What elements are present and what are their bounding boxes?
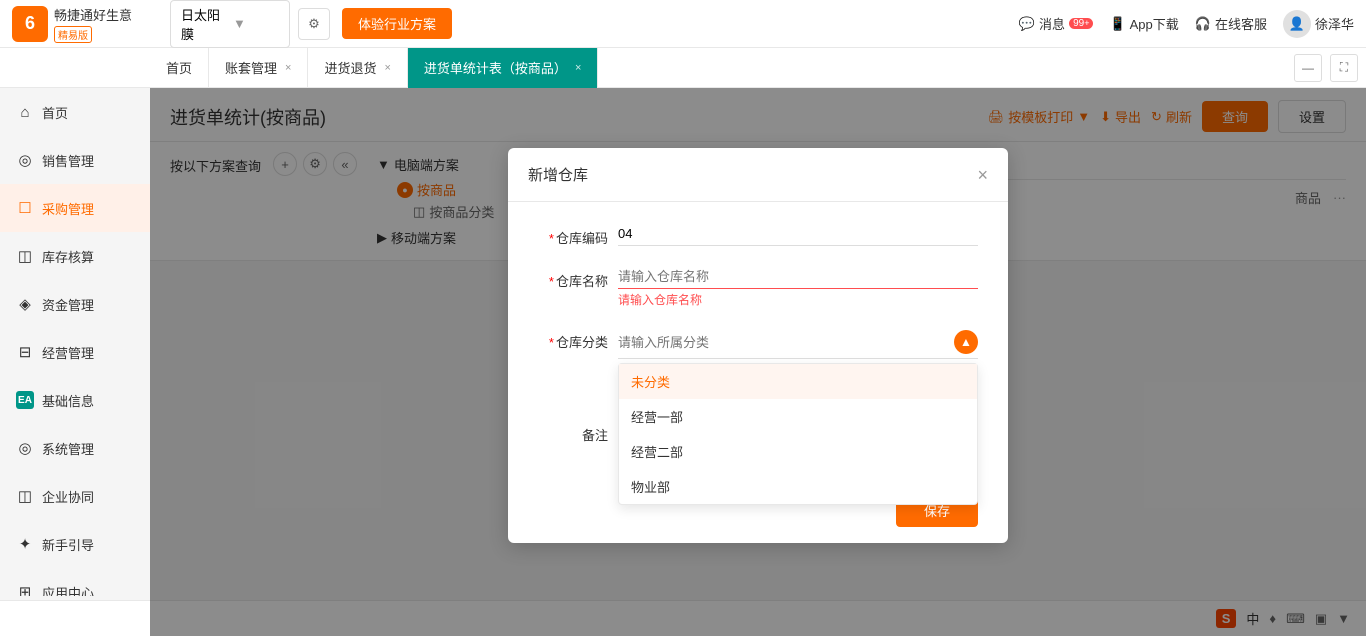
sidebar-item-purchase[interactable]: ☐ 采购管理 bbox=[0, 184, 150, 232]
category-label: 仓库分类 bbox=[538, 326, 618, 351]
dropdown-item-ops2[interactable]: 经营二部 bbox=[619, 434, 977, 469]
sidebar-item-finance[interactable]: ◈ 资金管理 bbox=[0, 280, 150, 328]
modal-body: 仓库编码 仓库名称 请输入仓库名称 bbox=[508, 202, 1008, 482]
tab-accounts[interactable]: 账套管理 × bbox=[209, 48, 308, 88]
code-label: 仓库编码 bbox=[538, 222, 618, 247]
tab-minimize-icon[interactable]: — bbox=[1294, 54, 1322, 82]
notification-label: 消息 bbox=[1039, 14, 1065, 33]
sidebar-item-operations[interactable]: ⊟ 经营管理 bbox=[0, 328, 150, 376]
tab-bar-controls: — ⛶ bbox=[1294, 54, 1366, 82]
warehouse-code-input[interactable] bbox=[618, 222, 978, 246]
message-icon: 💬 bbox=[1019, 16, 1035, 32]
category-chevron-icon[interactable]: ▲ bbox=[954, 330, 978, 354]
apps-icon: ⊞ bbox=[16, 583, 34, 596]
purchase-icon: ☐ bbox=[16, 199, 34, 217]
home-icon: ⌂ bbox=[16, 103, 34, 121]
sidebar-item-inventory[interactable]: ◫ 库存核算 bbox=[0, 232, 150, 280]
modal-overlay: 新增仓库 × 仓库编码 仓库名称 bbox=[150, 88, 1366, 636]
sales-icon: ◎ bbox=[16, 151, 34, 169]
store-selector[interactable]: 日太阳膜 ▼ bbox=[170, 0, 290, 48]
notes-label: 备注 bbox=[538, 419, 618, 444]
tab-accounts-close-icon[interactable]: × bbox=[285, 62, 291, 74]
sidebar-item-sales[interactable]: ◎ 销售管理 bbox=[0, 136, 150, 184]
basic-icon: EA bbox=[16, 391, 34, 409]
sidebar-item-enterprise[interactable]: ◫ 企业协同 bbox=[0, 472, 150, 520]
modal-title: 新增仓库 bbox=[528, 164, 588, 185]
settings-icon[interactable]: ⚙ bbox=[298, 8, 330, 40]
sidebar-item-basic[interactable]: EA 基础信息 bbox=[0, 376, 150, 424]
tab-purchase-stats-close-icon[interactable]: × bbox=[575, 62, 581, 74]
top-header: 6 畅捷通好生意 精易版 日太阳膜 ▼ ⚙ 体验行业方案 💬 消息 99+ 📱 … bbox=[0, 0, 1366, 48]
category-dropdown: 未分类 经营一部 经营二部 物业部 bbox=[618, 363, 978, 505]
finance-icon: ◈ bbox=[16, 295, 34, 313]
enterprise-icon: ◫ bbox=[16, 487, 34, 505]
form-row-code: 仓库编码 bbox=[538, 222, 978, 247]
user-item[interactable]: 👤 徐泽华 bbox=[1283, 10, 1354, 38]
warehouse-name-input[interactable] bbox=[618, 265, 978, 289]
dropdown-item-property[interactable]: 物业部 bbox=[619, 469, 977, 504]
sidebar-item-home[interactable]: ⌂ 首页 bbox=[0, 88, 150, 136]
sidebar: ⌂ 首页 ◎ 销售管理 ☐ 采购管理 ◫ 库存核算 ◈ 资金管理 ⊟ 经营管理 bbox=[0, 88, 150, 596]
modal-header: 新增仓库 × bbox=[508, 148, 1008, 202]
dropdown-item-ops1[interactable]: 经营一部 bbox=[619, 399, 977, 434]
guide-icon: ✦ bbox=[16, 535, 34, 553]
tab-purchase-return[interactable]: 进货退货 × bbox=[308, 48, 407, 88]
code-field-wrap bbox=[618, 222, 978, 246]
trial-button[interactable]: 体验行业方案 bbox=[342, 8, 452, 39]
category-input[interactable] bbox=[618, 335, 954, 350]
category-field-wrap: ▲ 未分类 经营一部 经营二部 物业部 bbox=[618, 326, 978, 359]
tab-bar: 首页 账套管理 × 进货退货 × 进货单统计表（按商品） × — ⛶ bbox=[0, 48, 1366, 88]
notification-badge: 99+ bbox=[1069, 18, 1093, 29]
tab-purchase-return-close-icon[interactable]: × bbox=[384, 62, 390, 74]
online-service-item[interactable]: 🎧 在线客服 bbox=[1195, 14, 1267, 33]
system-icon: ◎ bbox=[16, 439, 34, 457]
tab-home[interactable]: 首页 bbox=[150, 48, 209, 88]
app-download-item[interactable]: 📱 App下载 bbox=[1109, 14, 1178, 33]
user-avatar: 👤 bbox=[1283, 10, 1311, 38]
form-row-category: 仓库分类 ▲ 未分类 经营一部 经营二部 物业部 bbox=[538, 326, 978, 359]
form-row-name: 仓库名称 请输入仓库名称 bbox=[538, 265, 978, 308]
notification-item[interactable]: 💬 消息 99+ bbox=[1019, 14, 1094, 33]
category-input-wrap: ▲ bbox=[618, 326, 978, 359]
header-right: 💬 消息 99+ 📱 App下载 🎧 在线客服 👤 徐泽华 bbox=[1019, 10, 1354, 38]
sidebar-item-guide[interactable]: ✦ 新手引导 bbox=[0, 520, 150, 568]
dropdown-item-uncategorized[interactable]: 未分类 bbox=[619, 364, 977, 399]
modal-close-icon[interactable]: × bbox=[977, 166, 988, 184]
inventory-icon: ◫ bbox=[16, 247, 34, 265]
sidebar-wrapper: ⌂ 首页 ◎ 销售管理 ☐ 采购管理 ◫ 库存核算 ◈ 资金管理 ⊟ 经营管理 bbox=[0, 88, 150, 636]
logo-text: 畅捷通好生意 精易版 bbox=[54, 5, 132, 43]
store-name: 日太阳膜 bbox=[181, 5, 227, 43]
name-label: 仓库名称 bbox=[538, 265, 618, 290]
headset-icon: 🎧 bbox=[1195, 16, 1211, 32]
new-warehouse-modal: 新增仓库 × 仓库编码 仓库名称 bbox=[508, 148, 1008, 543]
logo-area: 6 畅捷通好生意 精易版 bbox=[12, 5, 162, 43]
name-field-wrap: 请输入仓库名称 bbox=[618, 265, 978, 308]
app-logo-icon: 6 bbox=[12, 6, 48, 42]
logo-badge: 精易版 bbox=[54, 26, 92, 43]
sidebar-item-system[interactable]: ◎ 系统管理 bbox=[0, 424, 150, 472]
operations-icon: ⊟ bbox=[16, 343, 34, 361]
content-area: 进货单统计(按商品) 🖨 按模板打印 ▼ ⬇ 导出 ↻ 刷新 查询 设置 bbox=[150, 88, 1366, 636]
name-error-msg: 请输入仓库名称 bbox=[618, 291, 978, 308]
main-layout: ⌂ 首页 ◎ 销售管理 ☐ 采购管理 ◫ 库存核算 ◈ 资金管理 ⊟ 经营管理 bbox=[0, 88, 1366, 636]
store-dropdown-arrow-icon: ▼ bbox=[233, 16, 279, 31]
tab-maximize-icon[interactable]: ⛶ bbox=[1330, 54, 1358, 82]
phone-icon: 📱 bbox=[1109, 16, 1125, 32]
tab-purchase-stats[interactable]: 进货单统计表（按商品） × bbox=[408, 48, 598, 88]
sidebar-item-apps[interactable]: ⊞ 应用中心 bbox=[0, 568, 150, 596]
